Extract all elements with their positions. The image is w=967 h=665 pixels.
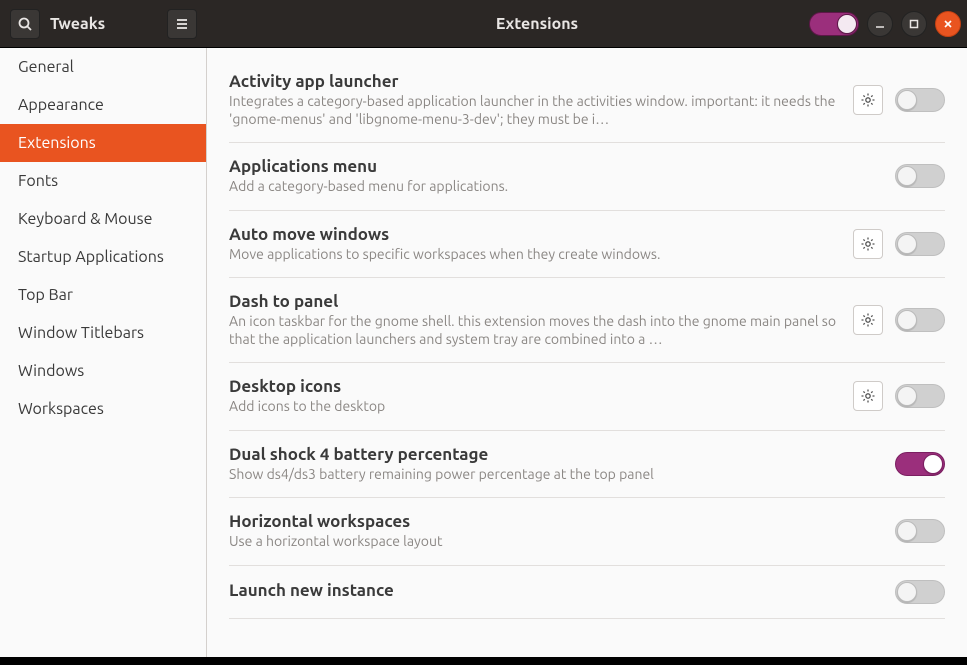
extension-toggle[interactable]: [895, 384, 945, 408]
extension-name: Dual shock 4 battery percentage: [229, 445, 883, 464]
search-icon: [17, 16, 33, 32]
sidebar-item-window-titlebars[interactable]: Window Titlebars: [0, 314, 206, 352]
extension-settings-button[interactable]: [853, 381, 883, 411]
sidebar-item-label: Appearance: [18, 96, 104, 114]
extension-toggle[interactable]: [895, 308, 945, 332]
extension-text: Launch new instance: [229, 581, 883, 602]
hamburger-menu-button[interactable]: [167, 9, 197, 39]
page-title: Extensions: [496, 15, 578, 33]
sidebar-item-workspaces[interactable]: Workspaces: [0, 390, 206, 428]
extension-text: Dash to panel An icon taskbar for the gno…: [229, 292, 841, 348]
extension-row-dash-to-panel: Dash to panel An icon taskbar for the gno…: [229, 278, 945, 363]
window-close-button[interactable]: [935, 11, 961, 37]
content-area: General Appearance Extensions Fonts Keyboard…: [0, 48, 967, 657]
window-bottom-edge: [0, 657, 967, 665]
sidebar-item-windows[interactable]: Windows: [0, 352, 206, 390]
sidebar-item-general[interactable]: General: [0, 48, 206, 86]
gear-icon: [860, 92, 876, 108]
window-minimize-button[interactable]: [867, 11, 893, 37]
sidebar-item-label: Extensions: [18, 134, 96, 152]
extension-name: Activity app launcher: [229, 72, 841, 91]
extension-toggle[interactable]: [895, 232, 945, 256]
extension-settings-button[interactable]: [853, 229, 883, 259]
extension-desc: Add icons to the desktop: [229, 398, 841, 416]
extension-toggle[interactable]: [895, 88, 945, 112]
gear-icon: [860, 236, 876, 252]
sidebar-item-label: Window Titlebars: [18, 324, 144, 342]
sidebar-item-top-bar[interactable]: Top Bar: [0, 276, 206, 314]
extension-row-desktop-icons: Desktop icons Add icons to the desktop: [229, 363, 945, 431]
gear-icon: [860, 388, 876, 404]
extensions-list: Activity app launcher Integrates a catego…: [207, 48, 967, 657]
gear-icon: [860, 312, 876, 328]
search-button[interactable]: [10, 9, 40, 39]
extension-toggle[interactable]: [895, 580, 945, 604]
close-icon: [943, 19, 953, 29]
extension-text: Activity app launcher Integrates a catego…: [229, 72, 841, 128]
extension-row-auto-move-windows: Auto move windows Move applications to sp…: [229, 211, 945, 279]
sidebar-item-startup-applications[interactable]: Startup Applications: [0, 238, 206, 276]
sidebar-item-label: Top Bar: [18, 286, 73, 304]
sidebar-item-appearance[interactable]: Appearance: [0, 86, 206, 124]
sidebar-item-extensions[interactable]: Extensions: [0, 124, 206, 162]
sidebar-item-label: Keyboard & Mouse: [18, 210, 152, 228]
maximize-icon: [909, 19, 919, 29]
minimize-icon: [875, 19, 885, 29]
extension-row-launch-new-instance: Launch new instance: [229, 566, 945, 619]
window-maximize-button[interactable]: [901, 11, 927, 37]
extension-row-dual-shock-4-battery-percentage: Dual shock 4 battery percentage Show ds4/…: [229, 431, 945, 499]
extension-settings-button[interactable]: [853, 85, 883, 115]
extension-text: Desktop icons Add icons to the desktop: [229, 377, 841, 416]
sidebar-item-label: Workspaces: [18, 400, 104, 418]
extension-name: Horizontal workspaces: [229, 512, 883, 531]
titlebar: Tweaks Extensions: [0, 0, 967, 48]
extension-name: Applications menu: [229, 157, 883, 176]
extension-name: Auto move windows: [229, 225, 841, 244]
extension-text: Applications menu Add a category-based me…: [229, 157, 883, 196]
hamburger-icon: [174, 16, 190, 32]
extension-desc: Move applications to specific workspaces…: [229, 246, 841, 264]
sidebar: General Appearance Extensions Fonts Keyboard…: [0, 48, 207, 657]
sidebar-item-label: Windows: [18, 362, 84, 380]
extension-row-horizontal-workspaces: Horizontal workspaces Use a horizontal wo…: [229, 498, 945, 566]
extensions-master-toggle[interactable]: [809, 12, 859, 36]
extension-desc: An icon taskbar for the gnome shell. thi…: [229, 313, 841, 348]
sidebar-item-fonts[interactable]: Fonts: [0, 162, 206, 200]
extension-settings-button[interactable]: [853, 305, 883, 335]
extension-name: Desktop icons: [229, 377, 841, 396]
extension-desc: Use a horizontal workspace layout: [229, 533, 883, 551]
sidebar-item-label: Startup Applications: [18, 248, 164, 266]
extension-name: Launch new instance: [229, 581, 883, 600]
extension-desc: Add a category-based menu for applicatio…: [229, 178, 883, 196]
extension-text: Auto move windows Move applications to sp…: [229, 225, 841, 264]
extension-toggle[interactable]: [895, 164, 945, 188]
extension-desc: Show ds4/ds3 battery remaining power per…: [229, 466, 883, 484]
sidebar-item-label: Fonts: [18, 172, 58, 190]
extension-name: Dash to panel: [229, 292, 841, 311]
sidebar-item-label: General: [18, 58, 74, 76]
app-title: Tweaks: [50, 15, 105, 33]
extension-toggle[interactable]: [895, 519, 945, 543]
extension-text: Dual shock 4 battery percentage Show ds4/…: [229, 445, 883, 484]
extension-toggle[interactable]: [895, 452, 945, 476]
extension-text: Horizontal workspaces Use a horizontal wo…: [229, 512, 883, 551]
sidebar-item-keyboard-mouse[interactable]: Keyboard & Mouse: [0, 200, 206, 238]
extension-row-applications-menu: Applications menu Add a category-based me…: [229, 143, 945, 211]
extension-row-activity-app-launcher: Activity app launcher Integrates a catego…: [229, 66, 945, 143]
extension-desc: Integrates a category-based application …: [229, 93, 841, 128]
